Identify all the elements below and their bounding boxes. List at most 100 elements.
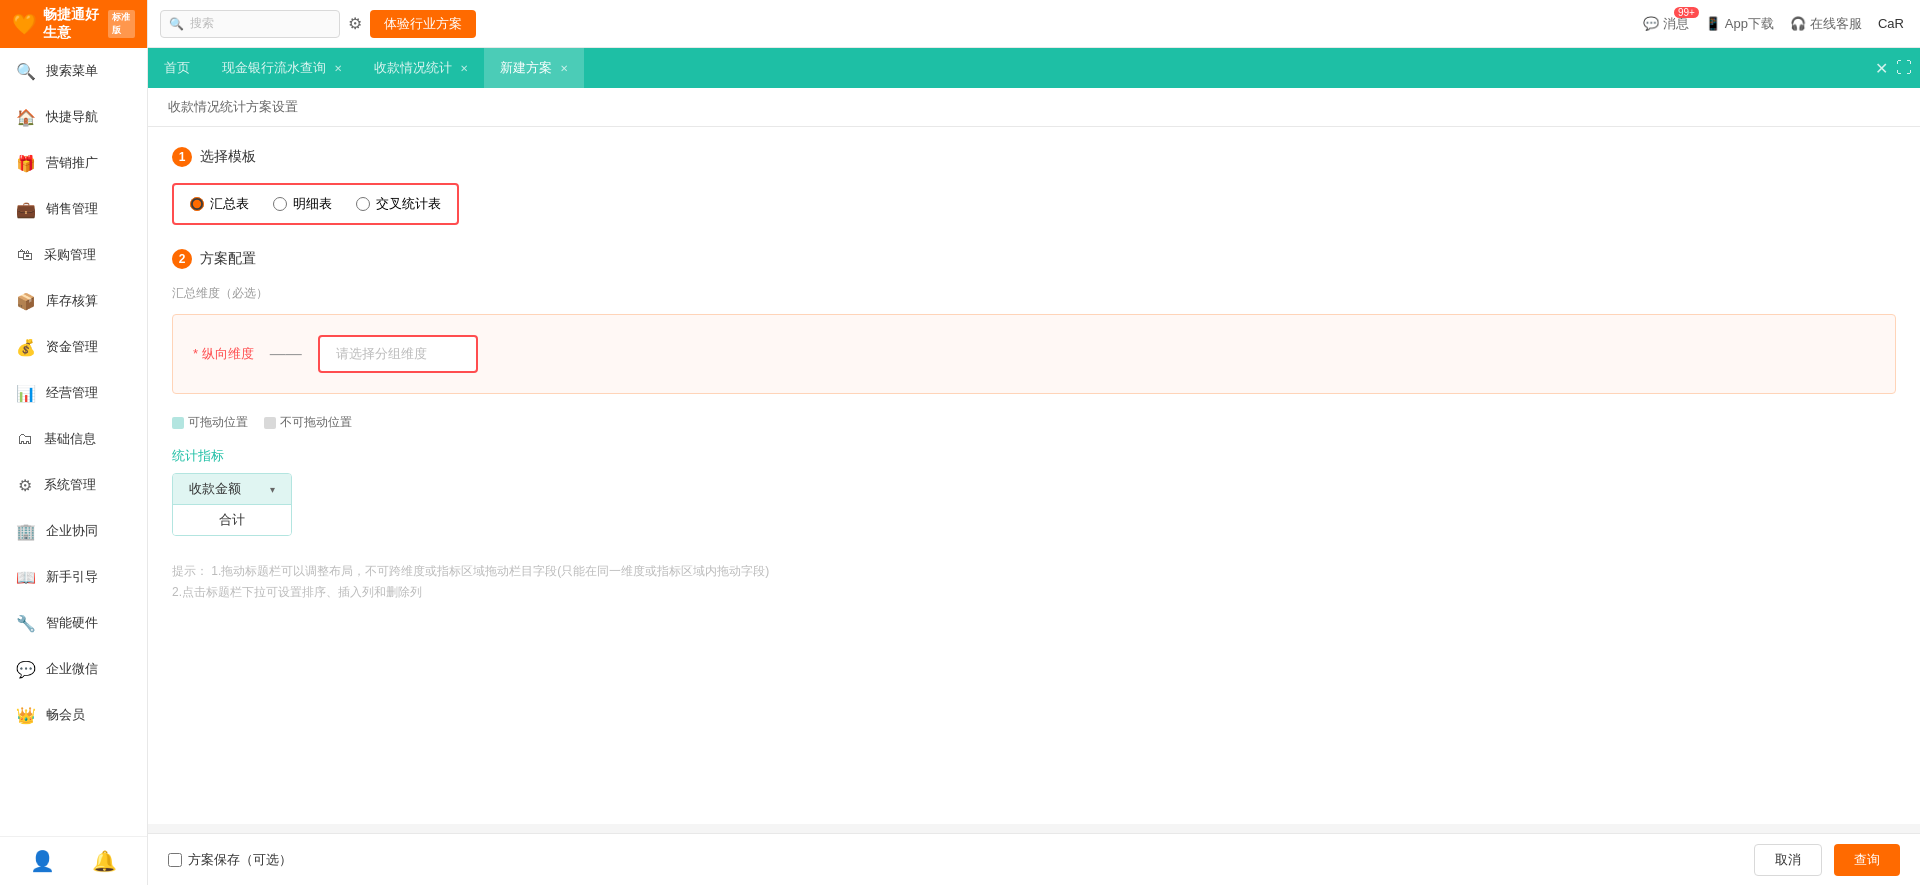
sidebar-menu: 🔍 搜索菜单 🏠 快捷导航 🎁 营销推广 💼 销售管理 🛍 采购管理 📦 库存核… — [0, 48, 147, 836]
metrics-table-header[interactable]: 收款金额 ▾ — [173, 474, 291, 505]
config-section: 2 方案配置 汇总维度（必选） * 纵向维度 —— 请选择分组维度 可拖动位置 — [172, 249, 1896, 601]
dimension-label-text: 汇总维度（必选） — [172, 286, 268, 300]
sidebar-label-smart-hw: 智能硬件 — [46, 614, 98, 632]
sidebar-icon-search-menu: 🔍 — [16, 62, 36, 81]
sidebar-item-marketing[interactable]: 🎁 营销推广 — [0, 140, 147, 186]
radio-summary-input[interactable] — [190, 197, 204, 211]
metrics-row-label: 合计 — [219, 512, 245, 527]
metrics-legend: 可拖动位置 不可拖动位置 — [172, 414, 1896, 431]
gear-icon[interactable]: ⚙ — [348, 14, 362, 33]
download-icon: 📱 — [1705, 16, 1721, 31]
footer-actions: 方案保存（可选） 取消 查询 — [148, 833, 1920, 885]
sidebar-label-basic-info: 基础信息 — [44, 430, 96, 448]
sidebar-label-beginner: 新手引导 — [46, 568, 98, 586]
sidebar-item-wechat[interactable]: 💬 企业微信 — [0, 646, 147, 692]
tips-section: 提示： 1.拖动标题栏可以调整布局，不可跨维度或指标区域拖动栏目字段(只能在同一… — [172, 563, 1896, 601]
sidebar-icon-system: ⚙ — [16, 476, 34, 495]
sidebar-label-wechat: 企业微信 — [46, 660, 98, 678]
sidebar-item-quick-nav[interactable]: 🏠 快捷导航 — [0, 94, 147, 140]
sidebar-item-beginner[interactable]: 📖 新手引导 — [0, 554, 147, 600]
sidebar-item-system[interactable]: ⚙ 系统管理 — [0, 462, 147, 508]
sidebar-item-enterprise[interactable]: 🏢 企业协同 — [0, 508, 147, 554]
app-download-label: App下载 — [1725, 15, 1774, 33]
main-content: 收款情况统计方案设置 1 选择模板 汇总表 明细表 交叉统计表 — [148, 88, 1920, 885]
app-download-item[interactable]: 📱 App下载 — [1705, 15, 1774, 33]
metrics-section: 统计指标 收款金额 ▾ 合计 — [172, 447, 1896, 539]
sidebar-icon-quick-nav: 🏠 — [16, 108, 36, 127]
cancel-button[interactable]: 取消 — [1754, 844, 1822, 876]
tab-close-bank-flow[interactable]: ✕ — [334, 63, 342, 74]
legend-movable-dot — [172, 417, 184, 429]
page-title: 收款情况统计方案设置 — [168, 99, 298, 114]
legend-movable: 可拖动位置 — [172, 414, 248, 431]
metrics-section-label: 统计指标 — [172, 447, 1896, 465]
dimension-select[interactable]: 请选择分组维度 — [318, 335, 478, 373]
online-service-item[interactable]: 🎧 在线客服 — [1790, 15, 1862, 33]
sidebar-item-smart-hw[interactable]: 🔧 智能硬件 — [0, 600, 147, 646]
legend-fixed-dot — [264, 417, 276, 429]
sidebar-footer-icon-2[interactable]: 🔔 — [92, 849, 117, 873]
radio-summary-label: 汇总表 — [210, 195, 249, 213]
sidebar-label-sales: 销售管理 — [46, 200, 98, 218]
sidebar-logo: 🧡 畅捷通好生意 标准版 — [0, 0, 147, 48]
search-placeholder: 搜索 — [190, 15, 214, 32]
radio-cross-input[interactable] — [356, 197, 370, 211]
save-checkbox[interactable] — [168, 853, 182, 867]
step2-num: 2 — [172, 249, 192, 269]
tab-close-new-plan[interactable]: ✕ — [560, 63, 568, 74]
header-right: 💬 消息 99+ 📱 App下载 🎧 在线客服 CaR — [1643, 15, 1920, 33]
header-left: 🔍 搜索 ⚙ 体验行业方案 — [148, 10, 488, 38]
sidebar-item-member[interactable]: 👑 畅会员 — [0, 692, 147, 738]
radio-cross[interactable]: 交叉统计表 — [356, 195, 441, 213]
tab-bar-right: ✕ ⛶ — [1875, 59, 1920, 78]
header-search[interactable]: 🔍 搜索 — [160, 10, 340, 38]
sidebar-label-search-menu: 搜索菜单 — [46, 62, 98, 80]
metrics-col-header: 收款金额 — [189, 480, 241, 498]
sidebar-item-finance[interactable]: 💰 资金管理 — [0, 324, 147, 370]
row-dimension-label: * 纵向维度 — [193, 345, 254, 363]
sidebar-footer-icon-1[interactable]: 👤 — [30, 849, 55, 873]
tab-home[interactable]: 首页 — [148, 48, 206, 88]
tab-bar: 首页现金银行流水查询✕收款情况统计✕新建方案✕ ✕ ⛶ — [148, 48, 1920, 88]
app-badge: 标准版 — [108, 10, 135, 38]
footer-left: 方案保存（可选） — [148, 851, 1754, 869]
metrics-chevron-icon[interactable]: ▾ — [270, 484, 275, 495]
sidebar-item-sales[interactable]: 💼 销售管理 — [0, 186, 147, 232]
step1-label: 选择模板 — [200, 148, 256, 166]
sidebar-icon-smart-hw: 🔧 — [16, 614, 36, 633]
radio-detail[interactable]: 明细表 — [273, 195, 332, 213]
query-button[interactable]: 查询 — [1834, 844, 1900, 876]
dimension-arrow: —— — [270, 345, 302, 363]
sidebar-item-search-menu[interactable]: 🔍 搜索菜单 — [0, 48, 147, 94]
save-label: 方案保存（可选） — [188, 851, 292, 869]
industry-btn[interactable]: 体验行业方案 — [370, 10, 476, 38]
sidebar-icon-sales: 💼 — [16, 200, 36, 219]
step2-indicator: 2 方案配置 — [172, 249, 1896, 269]
sidebar-item-basic-info[interactable]: 🗂 基础信息 — [0, 416, 147, 462]
sidebar-label-finance: 资金管理 — [46, 338, 98, 356]
close-window-icon[interactable]: ✕ — [1875, 59, 1888, 78]
user-avatar[interactable]: CaR — [1878, 16, 1904, 31]
tab-label-home: 首页 — [164, 59, 190, 77]
user-name: CaR — [1878, 16, 1904, 31]
tab-label-bank-flow: 现金银行流水查询 — [222, 59, 326, 77]
sidebar-icon-finance: 💰 — [16, 338, 36, 357]
footer-right: 取消 查询 — [1754, 844, 1920, 876]
tab-new-plan[interactable]: 新建方案 ✕ — [484, 48, 584, 88]
radio-detail-input[interactable] — [273, 197, 287, 211]
search-icon: 🔍 — [169, 17, 184, 31]
tab-collection-stat[interactable]: 收款情况统计✕ — [358, 48, 484, 88]
step1-indicator: 1 选择模板 — [172, 147, 1896, 167]
tab-label-new-plan: 新建方案 — [500, 59, 552, 77]
header: 🔍 搜索 ⚙ 体验行业方案 💬 消息 99+ 📱 App下载 🎧 在线客服 Ca… — [148, 0, 1920, 48]
sidebar-item-inventory[interactable]: 📦 库存核算 — [0, 278, 147, 324]
sidebar-label-purchase: 采购管理 — [44, 246, 96, 264]
sidebar-icon-operations: 📊 — [16, 384, 36, 403]
tab-bank-flow[interactable]: 现金银行流水查询 ✕ — [206, 48, 358, 88]
sidebar-item-operations[interactable]: 📊 经营管理 — [0, 370, 147, 416]
sidebar-item-purchase[interactable]: 🛍 采购管理 — [0, 232, 147, 278]
radio-summary[interactable]: 汇总表 — [190, 195, 249, 213]
maximize-icon[interactable]: ⛶ — [1896, 59, 1912, 77]
notification-item[interactable]: 💬 消息 99+ — [1643, 15, 1689, 33]
tab-close-collection-stat[interactable]: ✕ — [460, 63, 468, 74]
